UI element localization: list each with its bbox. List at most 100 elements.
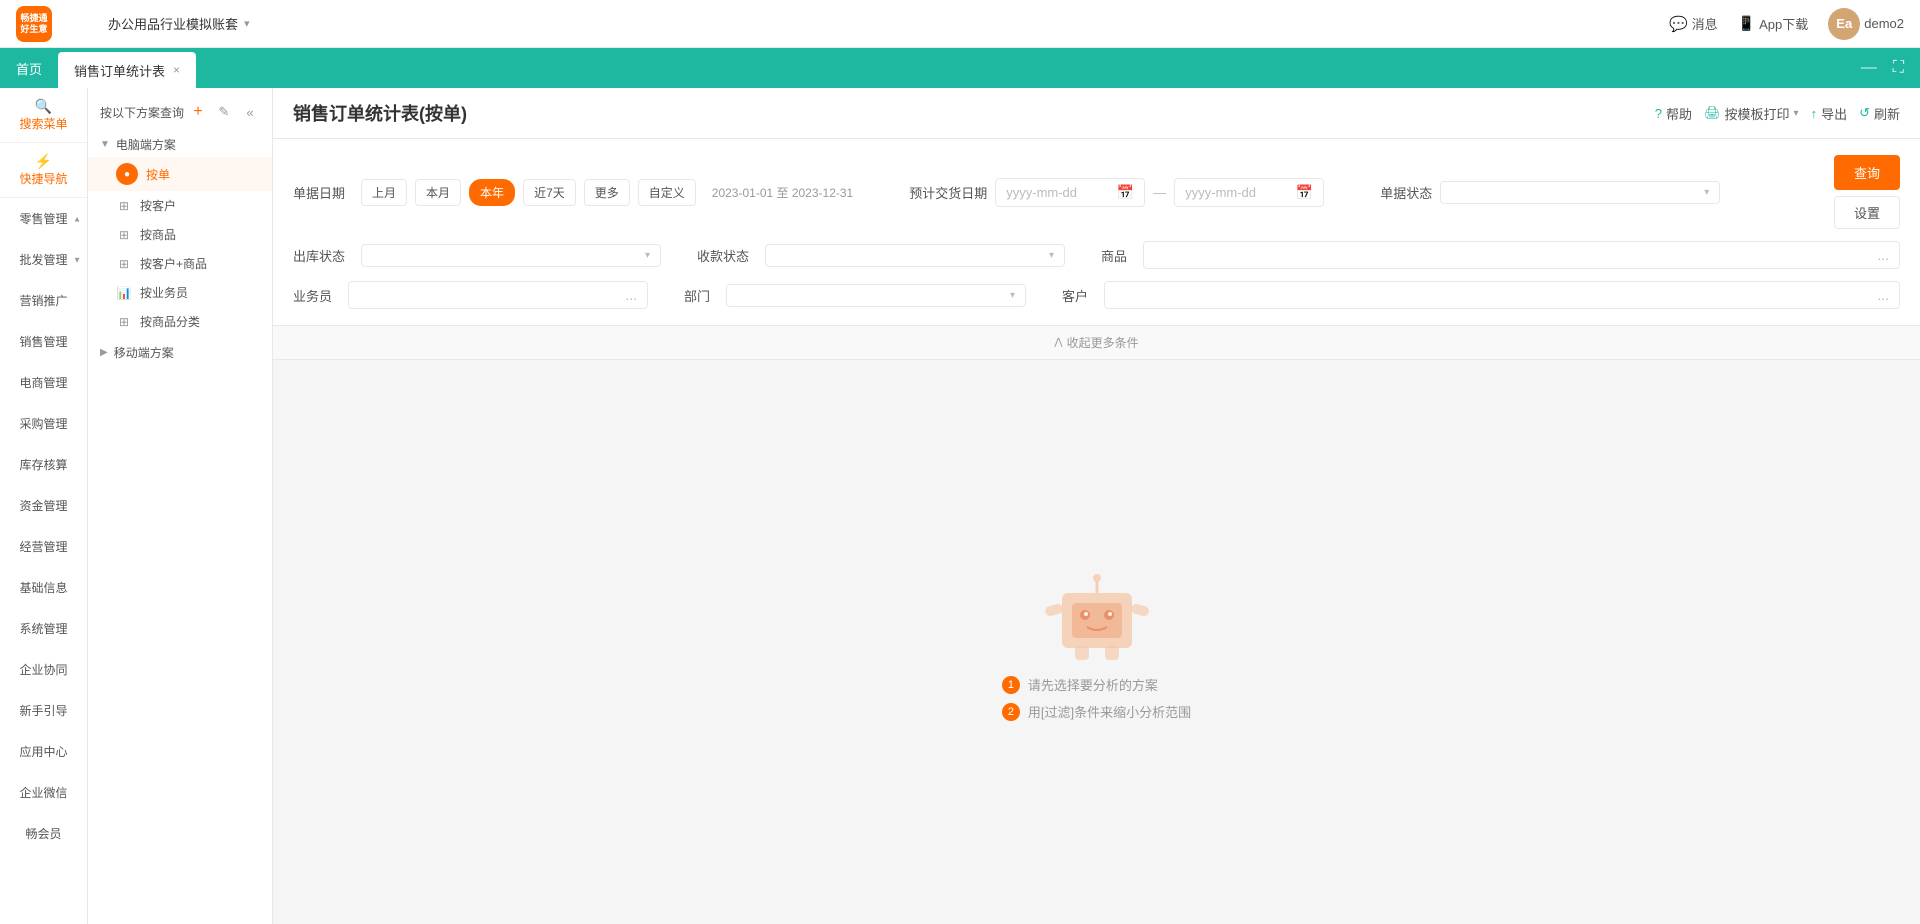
sidebar-item-wechat-label: 企业微信 — [19, 784, 67, 801]
date-custom-btn[interactable]: 自定义 — [638, 179, 696, 206]
sidebar-item-apps[interactable]: 应用中心 — [0, 731, 87, 772]
template-print-btn[interactable]: 🖨 按模板打印 ▾ — [1704, 104, 1799, 123]
export-btn[interactable]: ↑ 导出 — [1811, 104, 1848, 123]
help-btn[interactable]: ? 帮助 — [1655, 104, 1692, 123]
help-label: 帮助 — [1666, 104, 1692, 123]
date-range-text: 2023-01-01 至 2023-12-31 — [712, 184, 853, 201]
sidebar-search[interactable]: 🔍 搜索菜单 — [0, 88, 87, 143]
date-prev-month-btn[interactable]: 上月 — [361, 179, 407, 206]
sidebar-item-wechat[interactable]: 企业微信 — [0, 772, 87, 813]
tab-close-icon[interactable]: × — [173, 63, 180, 77]
order-status-select[interactable]: ▾ — [1440, 181, 1720, 204]
scheme-by-customer[interactable]: ⊞ 按客户 — [88, 191, 272, 220]
product-input[interactable]: ... — [1143, 241, 1900, 269]
tab-sales-order[interactable]: 销售订单统计表 × — [58, 52, 196, 88]
salesperson-input[interactable]: ... — [348, 281, 648, 309]
sidebar-item-finance[interactable]: 资金管理 — [0, 485, 87, 526]
collapse-bar[interactable]: ⋀ 收起更多条件 — [273, 326, 1920, 360]
collapse-up-icon: ⋀ — [1054, 337, 1062, 348]
scheme-by-salesperson-icon: 📊 — [116, 285, 132, 301]
settings-btn[interactable]: 设置 — [1834, 196, 1900, 229]
sidebar-item-wholesale[interactable]: 批发管理 — [0, 239, 87, 280]
date-this-month-btn[interactable]: 本月 — [415, 179, 461, 206]
product-dots-icon[interactable]: ... — [1877, 247, 1889, 263]
order-status-label: 单据状态 — [1380, 183, 1432, 202]
empty-illustration — [1037, 563, 1157, 663]
date-more-btn[interactable]: 更多 — [584, 179, 630, 206]
add-scheme-btn[interactable]: + — [188, 102, 208, 122]
date-from-placeholder: yyyy-mm-dd — [1006, 185, 1117, 200]
date-separator: — — [1153, 185, 1166, 200]
department-arrow-icon: ▾ — [1010, 290, 1015, 301]
page-header: 销售订单统计表(按单) ? 帮助 🖨 按模板打印 ▾ ↑ 导出 ↺ 刷新 — [273, 88, 1920, 139]
sidebar-item-inventory[interactable]: 库存核算 — [0, 444, 87, 485]
user-profile[interactable]: Ea demo2 — [1828, 8, 1904, 40]
sidebar-item-ops[interactable]: 经营管理 — [0, 526, 87, 567]
edit-scheme-btn[interactable]: ✎ — [214, 102, 234, 122]
tab-maximize-btn[interactable]: ⛶ — [1889, 55, 1908, 81]
sidebar-item-sales[interactable]: 销售管理 — [0, 321, 87, 362]
scheme-by-product[interactable]: ⊞ 按商品 — [88, 220, 272, 249]
sidebar-item-marketing[interactable]: 营销推广 — [0, 280, 87, 321]
filter-row-2: 出库状态 ▾ 收款状态 ▾ 商品 ... — [293, 241, 1900, 269]
customer-dots-icon[interactable]: ... — [1877, 287, 1889, 303]
collapse-panel-btn[interactable]: « — [240, 102, 260, 122]
top-right: 💬 消息 📱 App下载 Ea demo2 — [1669, 8, 1904, 40]
tab-sales-order-label: 销售订单统计表 — [74, 61, 165, 80]
sidebar-quick-nav[interactable]: ⚡ 快捷导航 — [0, 143, 87, 198]
sidebar-item-ecommerce[interactable]: 电商管理 — [0, 362, 87, 403]
sidebar-item-purchase[interactable]: 采购管理 — [0, 403, 87, 444]
sidebar-item-newbie[interactable]: 新手引导 — [0, 690, 87, 731]
scheme-by-salesperson[interactable]: 📊 按业务员 — [88, 278, 272, 307]
payment-status-select[interactable]: ▾ — [765, 244, 1065, 267]
sidebar-item-apps-label: 应用中心 — [19, 743, 67, 760]
mobile-section-title[interactable]: ▶ 移动端方案 — [88, 340, 272, 365]
department-select[interactable]: ▾ — [726, 284, 1026, 307]
message-btn[interactable]: 💬 消息 — [1669, 14, 1718, 33]
sidebar-item-member[interactable]: 畅会员 — [0, 813, 87, 854]
empty-hints: 1 请先选择要分析的方案 2 用[过滤]条件来缩小分析范围 — [1002, 675, 1191, 721]
app-selector[interactable]: 办公用品行业模拟账套 ▾ — [108, 14, 250, 33]
mobile-section-arrow: ▶ — [100, 347, 108, 358]
tab-minimize-btn[interactable]: — — [1857, 55, 1881, 81]
app-download-btn[interactable]: 📱 App下载 — [1738, 14, 1809, 33]
export-icon: ↑ — [1811, 106, 1818, 121]
tab-home-label: 首页 — [16, 59, 42, 78]
sidebar-item-inventory-label: 库存核算 — [19, 456, 67, 473]
calendar-from-icon: 📅 — [1117, 184, 1134, 201]
print-icon: 🖨 — [1704, 105, 1721, 121]
left-panel-title: 按以下方案查询 — [100, 104, 184, 121]
scheme-by-category[interactable]: ⊞ 按商品分类 — [88, 307, 272, 336]
logo-area: 畅捷通 好生意 — [16, 6, 96, 42]
date-last7-btn[interactable]: 近7天 — [523, 179, 576, 206]
filter-action-buttons: 查询 设置 — [1834, 155, 1900, 229]
sidebar-item-system-label: 系统管理 — [19, 620, 67, 637]
sidebar-item-member-label: 畅会员 — [25, 825, 61, 842]
avatar: Ea — [1828, 8, 1860, 40]
date-this-year-btn[interactable]: 本年 — [469, 179, 515, 206]
filter-row-3: 业务员 ... 部门 ▾ 客户 ... — [293, 281, 1900, 309]
date-from-input[interactable]: yyyy-mm-dd 📅 — [995, 178, 1145, 207]
sidebar-item-enterprise[interactable]: 企业协同 — [0, 649, 87, 690]
sidebar-item-basic[interactable]: 基础信息 — [0, 567, 87, 608]
page-title: 销售订单统计表(按单) — [293, 100, 467, 126]
query-btn[interactable]: 查询 — [1834, 155, 1900, 190]
date-button-group: 上月 本月 本年 近7天 更多 自定义 — [361, 179, 696, 206]
ship-status-select[interactable]: ▾ — [361, 244, 661, 267]
date-to-input[interactable]: yyyy-mm-dd 📅 — [1174, 178, 1324, 207]
sidebar-item-system[interactable]: 系统管理 — [0, 608, 87, 649]
pc-section-title[interactable]: ▼ 电脑端方案 — [88, 132, 272, 157]
app-title-arrow: ▾ — [244, 17, 250, 30]
sidebar-item-retail[interactable]: 零售管理 — [0, 198, 87, 239]
scheme-by-customer-product[interactable]: ⊞ 按客户+商品 — [88, 249, 272, 278]
empty-state: 1 请先选择要分析的方案 2 用[过滤]条件来缩小分析范围 — [273, 360, 1920, 924]
order-status-group: 单据状态 ▾ — [1380, 181, 1810, 204]
scheme-by-product-label: 按商品 — [140, 226, 176, 243]
payment-status-label: 收款状态 — [697, 246, 749, 265]
salesperson-dots-icon[interactable]: ... — [625, 287, 637, 303]
filter-area: 单据日期 上月 本月 本年 近7天 更多 自定义 2023-01-01 至 20… — [273, 139, 1920, 326]
customer-input[interactable]: ... — [1104, 281, 1900, 309]
scheme-by-order[interactable]: ● 按单 — [88, 157, 272, 191]
refresh-btn[interactable]: ↺ 刷新 — [1859, 104, 1900, 123]
tab-home[interactable]: 首页 — [0, 48, 58, 88]
